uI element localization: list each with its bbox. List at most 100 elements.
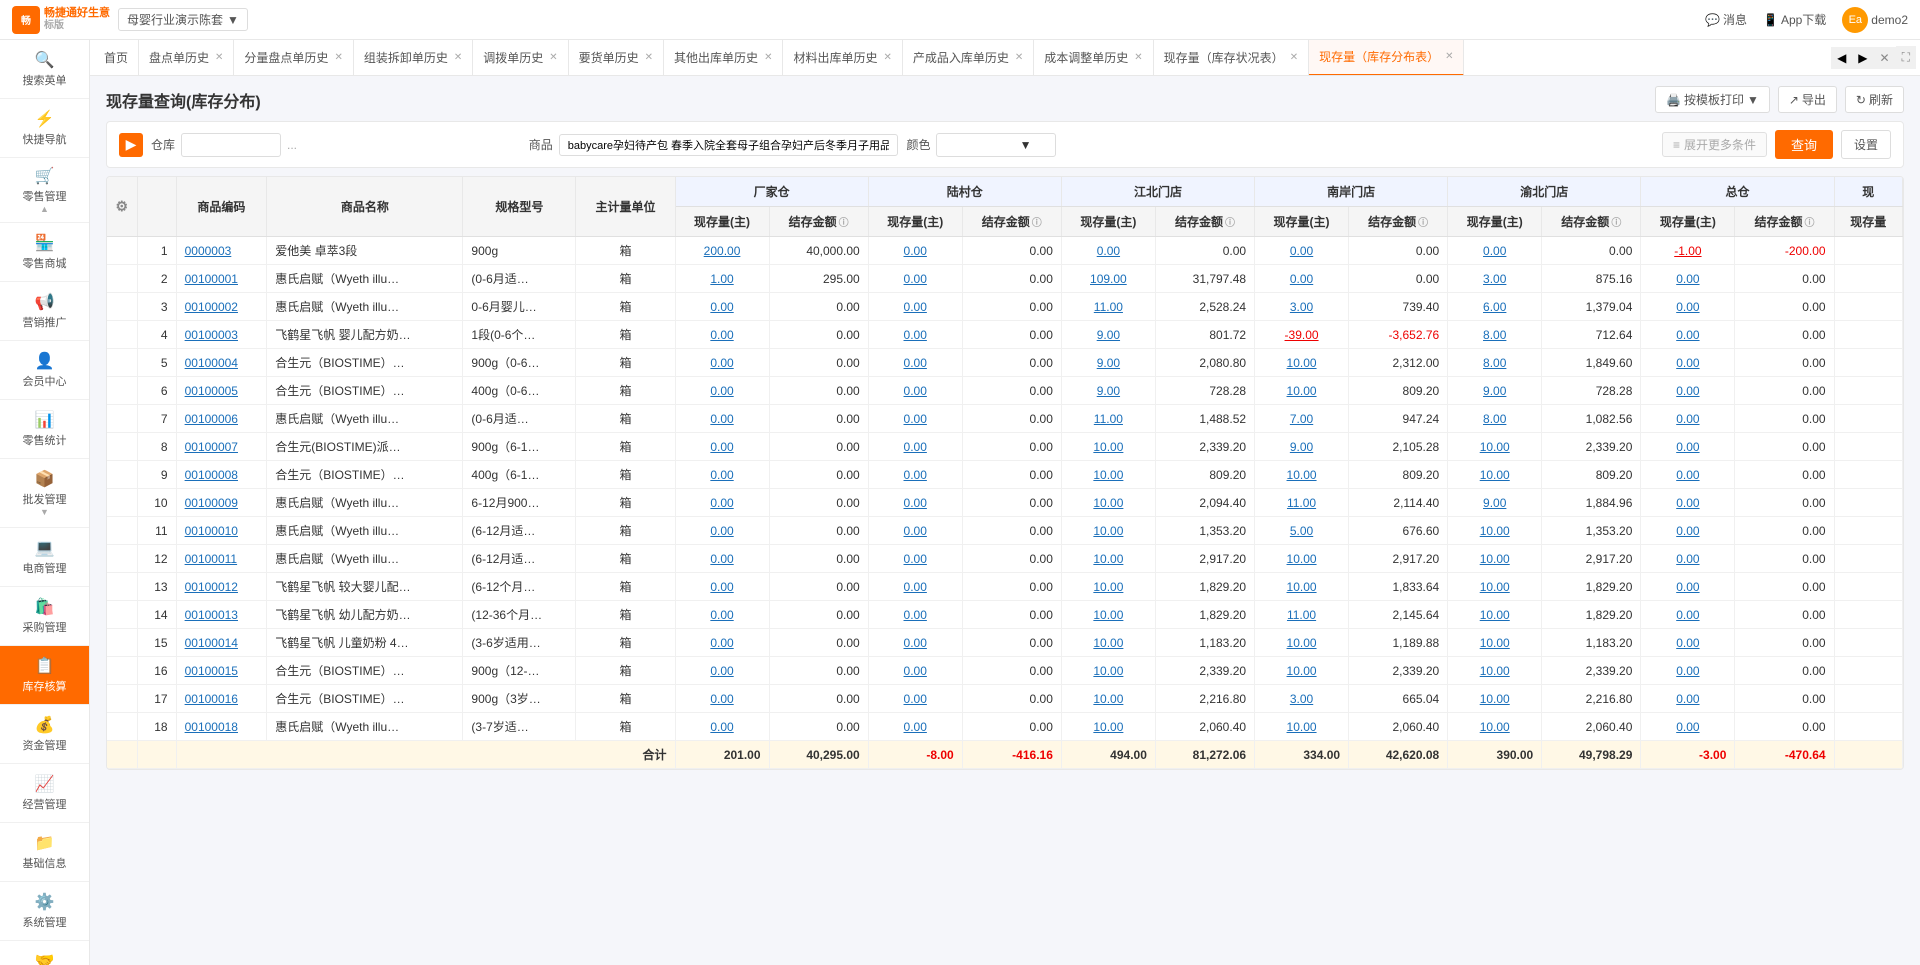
cell-factory-qty[interactable]: 0.00 [675,349,769,377]
cell-lucun-qty[interactable]: 0.00 [868,517,962,545]
cell-factory-qty[interactable]: 200.00 [675,237,769,265]
app-download-btn[interactable]: 📱 App下载 [1763,11,1826,28]
user-avatar[interactable]: Ea demo2 [1842,7,1908,33]
print-btn[interactable]: 🖨️ 按模板打印 ▼ [1655,86,1770,113]
cell-lucun-qty[interactable]: 0.00 [868,433,962,461]
cell-jiangbei-qty[interactable]: 10.00 [1061,461,1155,489]
tab-close-inventory-dist[interactable]: ✕ [1445,51,1453,62]
cell-factory-qty[interactable]: 0.00 [675,293,769,321]
tab-next-btn[interactable]: ▶ [1852,47,1873,69]
tab-close-stocktake[interactable]: ✕ [215,52,223,63]
cell-factory-qty[interactable]: 0.00 [675,685,769,713]
cell-jiangbei-qty[interactable]: 10.00 [1061,657,1155,685]
cell-yubei-qty[interactable]: 9.00 [1448,377,1542,405]
cell-factory-qty[interactable]: 0.00 [675,321,769,349]
sidebar-item-system[interactable]: ⚙️ 系统管理 [0,882,89,941]
cell-yubei-qty[interactable]: 10.00 [1448,629,1542,657]
cell-factory-qty[interactable]: 0.00 [675,573,769,601]
tab-prev-btn[interactable]: ◀ [1831,47,1852,69]
cell-code[interactable]: 00100009 [176,489,267,517]
cell-code[interactable]: 00100015 [176,657,267,685]
cell-factory-qty[interactable]: 0.00 [675,461,769,489]
cell-code[interactable]: 00100003 [176,321,267,349]
tab-close-other-out[interactable]: ✕ [764,52,772,63]
cell-yubei-qty[interactable]: 0.00 [1448,237,1542,265]
cell-yubei-qty[interactable]: 10.00 [1448,517,1542,545]
cell-factory-qty[interactable]: 0.00 [675,713,769,741]
cell-factory-qty[interactable]: 0.00 [675,657,769,685]
cell-factory-qty[interactable]: 0.00 [675,405,769,433]
tab-split-stocktake[interactable]: 分量盘点单历史 ✕ [234,40,353,76]
cell-total-qty[interactable]: 0.00 [1641,517,1735,545]
sidebar-item-inventory[interactable]: 📋 库存核算 [0,646,89,705]
cell-nanan-qty[interactable]: 11.00 [1255,489,1349,517]
cell-nanan-qty[interactable]: 9.00 [1255,433,1349,461]
sidebar-item-finance[interactable]: 💰 资金管理 [0,705,89,764]
info-icon-3[interactable]: ⓘ [1225,218,1235,229]
cell-lucun-qty[interactable]: 0.00 [868,713,962,741]
cell-code[interactable]: 00100014 [176,629,267,657]
cell-lucun-qty[interactable]: 0.00 [868,685,962,713]
cell-jiangbei-qty[interactable]: 9.00 [1061,349,1155,377]
cell-total-qty[interactable]: 0.00 [1641,405,1735,433]
cell-nanan-qty[interactable]: -39.00 [1255,321,1349,349]
cell-lucun-qty[interactable]: 0.00 [868,601,962,629]
cell-nanan-qty[interactable]: 0.00 [1255,237,1349,265]
cell-yubei-qty[interactable]: 10.00 [1448,433,1542,461]
tab-close-requisition[interactable]: ✕ [645,52,653,63]
tab-inventory-dist[interactable]: 现存量（库存分布表） ✕ [1309,40,1464,76]
tab-inventory-status[interactable]: 现存量（库存状况表） ✕ [1154,40,1309,76]
cell-lucun-qty[interactable]: 0.00 [868,349,962,377]
tab-product-in-history[interactable]: 产成品入库单历史 ✕ [903,40,1034,76]
cell-factory-qty[interactable]: 1.00 [675,265,769,293]
cell-nanan-qty[interactable]: 5.00 [1255,517,1349,545]
cell-total-qty[interactable]: 0.00 [1641,265,1735,293]
cell-total-qty[interactable]: 0.00 [1641,713,1735,741]
cell-code[interactable]: 00100018 [176,713,267,741]
export-btn[interactable]: ↗ 导出 [1778,86,1837,113]
info-icon-2[interactable]: ⓘ [1032,218,1042,229]
sidebar-item-retail-stats[interactable]: 📊 零售统计 [0,400,89,459]
sidebar-item-retail-mgmt[interactable]: 🛒 零售管理 ▲ [0,158,89,223]
cell-code[interactable]: 00100012 [176,573,267,601]
sidebar-item-member-center[interactable]: 👤 会员中心 [0,341,89,400]
cell-yubei-qty[interactable]: 10.00 [1448,713,1542,741]
tab-expand-btn[interactable]: ⛶ [1896,46,1916,69]
cell-code[interactable]: 0000003 [176,237,267,265]
tab-close-transfer[interactable]: ✕ [549,52,557,63]
cell-lucun-qty[interactable]: 0.00 [868,265,962,293]
cell-total-qty[interactable]: 0.00 [1641,349,1735,377]
cell-lucun-qty[interactable]: 0.00 [868,629,962,657]
cell-jiangbei-qty[interactable]: 109.00 [1061,265,1155,293]
cell-nanan-qty[interactable]: 10.00 [1255,629,1349,657]
cell-yubei-qty[interactable]: 10.00 [1448,657,1542,685]
cell-code[interactable]: 00100004 [176,349,267,377]
cell-lucun-qty[interactable]: 0.00 [868,461,962,489]
sidebar-item-wholesale-mgmt[interactable]: 📦 批发管理 ▼ [0,459,89,528]
cell-jiangbei-qty[interactable]: 10.00 [1061,489,1155,517]
cell-jiangbei-qty[interactable]: 9.00 [1061,377,1155,405]
info-icon-6[interactable]: ⓘ [1804,218,1814,229]
cell-jiangbei-qty[interactable]: 11.00 [1061,293,1155,321]
cell-yubei-qty[interactable]: 8.00 [1448,349,1542,377]
cell-total-qty[interactable]: 0.00 [1641,377,1735,405]
info-icon-4[interactable]: ⓘ [1418,218,1428,229]
cell-nanan-qty[interactable]: 7.00 [1255,405,1349,433]
cell-nanan-qty[interactable]: 10.00 [1255,657,1349,685]
tab-close-cost-adjust[interactable]: ✕ [1134,52,1142,63]
cell-lucun-qty[interactable]: 0.00 [868,377,962,405]
tab-close-split-stocktake[interactable]: ✕ [334,52,342,63]
cell-jiangbei-qty[interactable]: 10.00 [1061,685,1155,713]
cell-factory-qty[interactable]: 0.00 [675,517,769,545]
cell-code[interactable]: 00100013 [176,601,267,629]
cell-code[interactable]: 00100011 [176,545,267,573]
cell-yubei-qty[interactable]: 8.00 [1448,321,1542,349]
cell-code[interactable]: 00100005 [176,377,267,405]
cell-jiangbei-qty[interactable]: 9.00 [1061,321,1155,349]
cell-lucun-qty[interactable]: 0.00 [868,293,962,321]
cell-yubei-qty[interactable]: 3.00 [1448,265,1542,293]
cell-jiangbei-qty[interactable]: 11.00 [1061,405,1155,433]
sidebar-item-purchase-mgmt[interactable]: 🛍️ 采购管理 [0,587,89,646]
cell-lucun-qty[interactable]: 0.00 [868,573,962,601]
tab-transfer-history[interactable]: 调拨单历史 ✕ [473,40,568,76]
